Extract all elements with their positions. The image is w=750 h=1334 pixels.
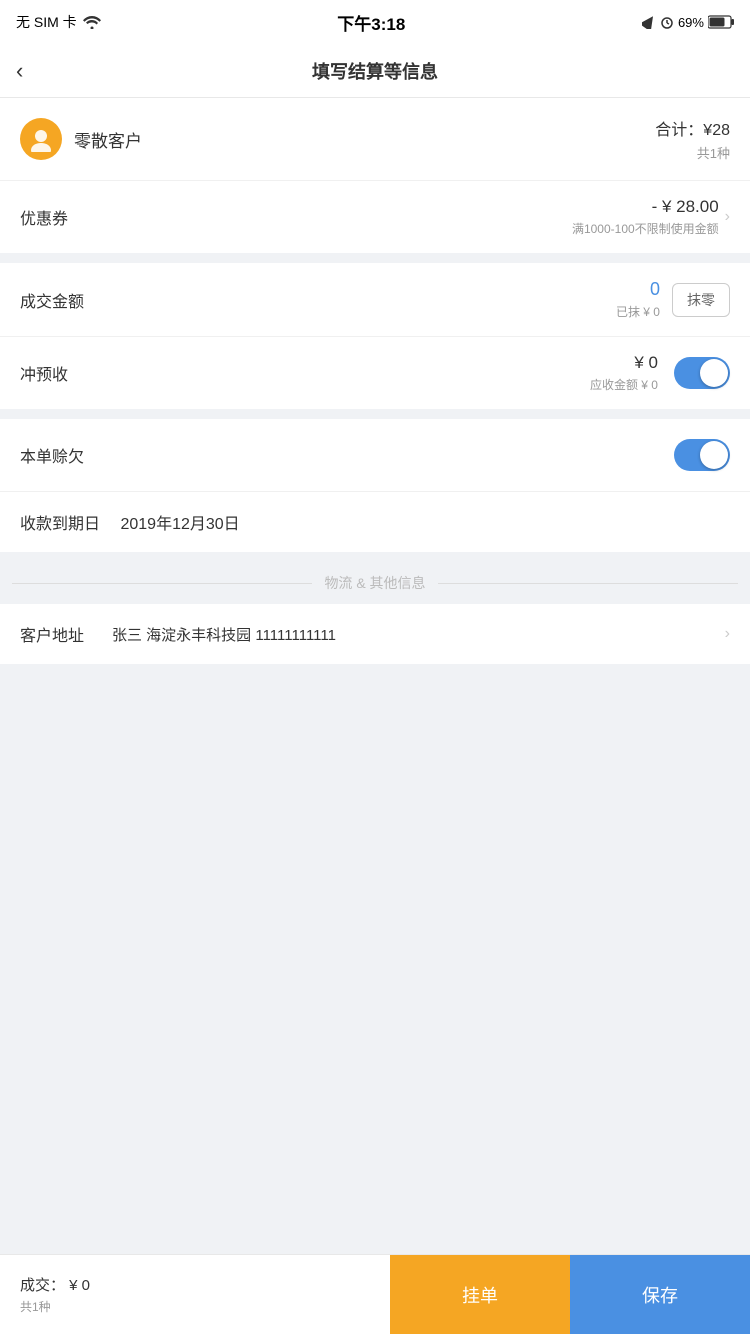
logistics-divider: 物流 & 其他信息: [0, 562, 750, 604]
bottom-info: 成交： ¥ 0 共1种: [0, 1274, 390, 1315]
debt-toggle[interactable]: [674, 439, 730, 471]
logistics-label: 物流 & 其他信息: [324, 573, 425, 593]
status-right: 69%: [642, 15, 734, 30]
address-chevron: ›: [725, 625, 730, 643]
debt-label: 本单赊欠: [20, 443, 84, 467]
coupon-desc: 满1000-100不限制使用金额: [572, 220, 719, 237]
coupon-chevron: ›: [725, 208, 730, 226]
already-deducted: 已抹 ¥ 0: [616, 303, 660, 320]
status-left: 无 SIM 卡: [16, 12, 101, 32]
bottom-buttons: 挂单 保存: [390, 1255, 750, 1334]
prepayment-toggle[interactable]: [674, 357, 730, 389]
coupon-discount: - ¥ 28.00: [572, 197, 719, 217]
due-date-label: 收款到期日: [20, 516, 100, 533]
status-time: 下午3:18: [337, 10, 405, 35]
logistics-line-left: [12, 583, 312, 584]
logistics-section: 物流 & 其他信息 客户地址 张三 海淀永丰科技园 11111111111 ›: [0, 562, 750, 664]
address-label: 客户地址: [20, 622, 100, 646]
nav-bar: ‹ 填写结算等信息: [0, 44, 750, 98]
pending-button[interactable]: 挂单: [390, 1255, 570, 1334]
transaction-row: 成交金额 0 已抹 ¥ 0 抹零: [0, 263, 750, 337]
address-row[interactable]: 客户地址 张三 海淀永丰科技园 11111111111 ›: [0, 604, 750, 664]
customer-right: 合计：¥28 共1种: [655, 116, 730, 162]
customer-avatar: [20, 118, 62, 160]
content: 零散客户 合计：¥28 共1种 优惠券 - ¥ 28.00 满1000-100不…: [0, 98, 750, 764]
battery-text: 69%: [678, 15, 704, 30]
customer-name: 零散客户: [74, 127, 142, 152]
alarm-icon: [660, 15, 674, 29]
address-value: 张三 海淀永丰科技园 11111111111: [112, 624, 713, 645]
prepayment-right: ¥ 0 应收金额 ¥ 0: [590, 353, 730, 393]
avatar-icon: [28, 126, 54, 152]
bottom-count: 共1种: [20, 1298, 370, 1315]
prepayment-row: 冲预收 ¥ 0 应收金额 ¥ 0: [0, 337, 750, 409]
customer-count: 共1种: [655, 143, 730, 162]
transaction-section: 成交金额 0 已抹 ¥ 0 抹零 冲预收 ¥ 0 应收金额 ¥ 0: [0, 263, 750, 409]
logistics-line-right: [438, 583, 738, 584]
bottom-bar: 成交： ¥ 0 共1种 挂单 保存: [0, 1254, 750, 1334]
debt-row: 本单赊欠: [0, 419, 750, 491]
transaction-amount: 0: [650, 279, 660, 299]
location-icon: [642, 15, 656, 29]
debt-toggle-knob: [700, 441, 728, 469]
customer-row: 零散客户 合计：¥28 共1种: [0, 98, 750, 180]
due-date-row: 收款到期日 2019年12月30日: [0, 491, 750, 552]
due-date-value: 2019年12月30日: [120, 516, 239, 533]
debt-section: 本单赊欠 收款到期日 2019年12月30日: [0, 419, 750, 552]
bottom-deal: 成交： ¥ 0: [20, 1274, 370, 1295]
prepayment-label: 冲预收: [20, 361, 68, 385]
coupon-right: - ¥ 28.00 满1000-100不限制使用金额 ›: [572, 197, 730, 237]
receivable-amount: 应收金额 ¥ 0: [590, 376, 658, 393]
page-title: 填写结算等信息: [312, 58, 438, 84]
transaction-label: 成交金额: [20, 288, 84, 312]
coupon-label: 优惠券: [20, 205, 68, 229]
status-bar: 无 SIM 卡 下午3:18 69%: [0, 0, 750, 44]
wifi-icon: [83, 15, 101, 29]
toggle-knob: [700, 359, 728, 387]
customer-left: 零散客户: [20, 118, 142, 160]
customer-total: 合计：¥28: [655, 116, 730, 140]
round-zero-button[interactable]: 抹零: [672, 283, 730, 317]
save-button[interactable]: 保存: [570, 1255, 750, 1334]
coupon-row[interactable]: 优惠券 - ¥ 28.00 满1000-100不限制使用金额 ›: [0, 180, 750, 253]
sim-label: 无 SIM 卡: [16, 12, 77, 32]
customer-section: 零散客户 合计：¥28 共1种 优惠券 - ¥ 28.00 满1000-100不…: [0, 98, 750, 253]
prepayment-amount: ¥ 0: [590, 353, 658, 373]
battery-icon: [708, 15, 734, 29]
back-button[interactable]: ‹: [16, 58, 23, 84]
